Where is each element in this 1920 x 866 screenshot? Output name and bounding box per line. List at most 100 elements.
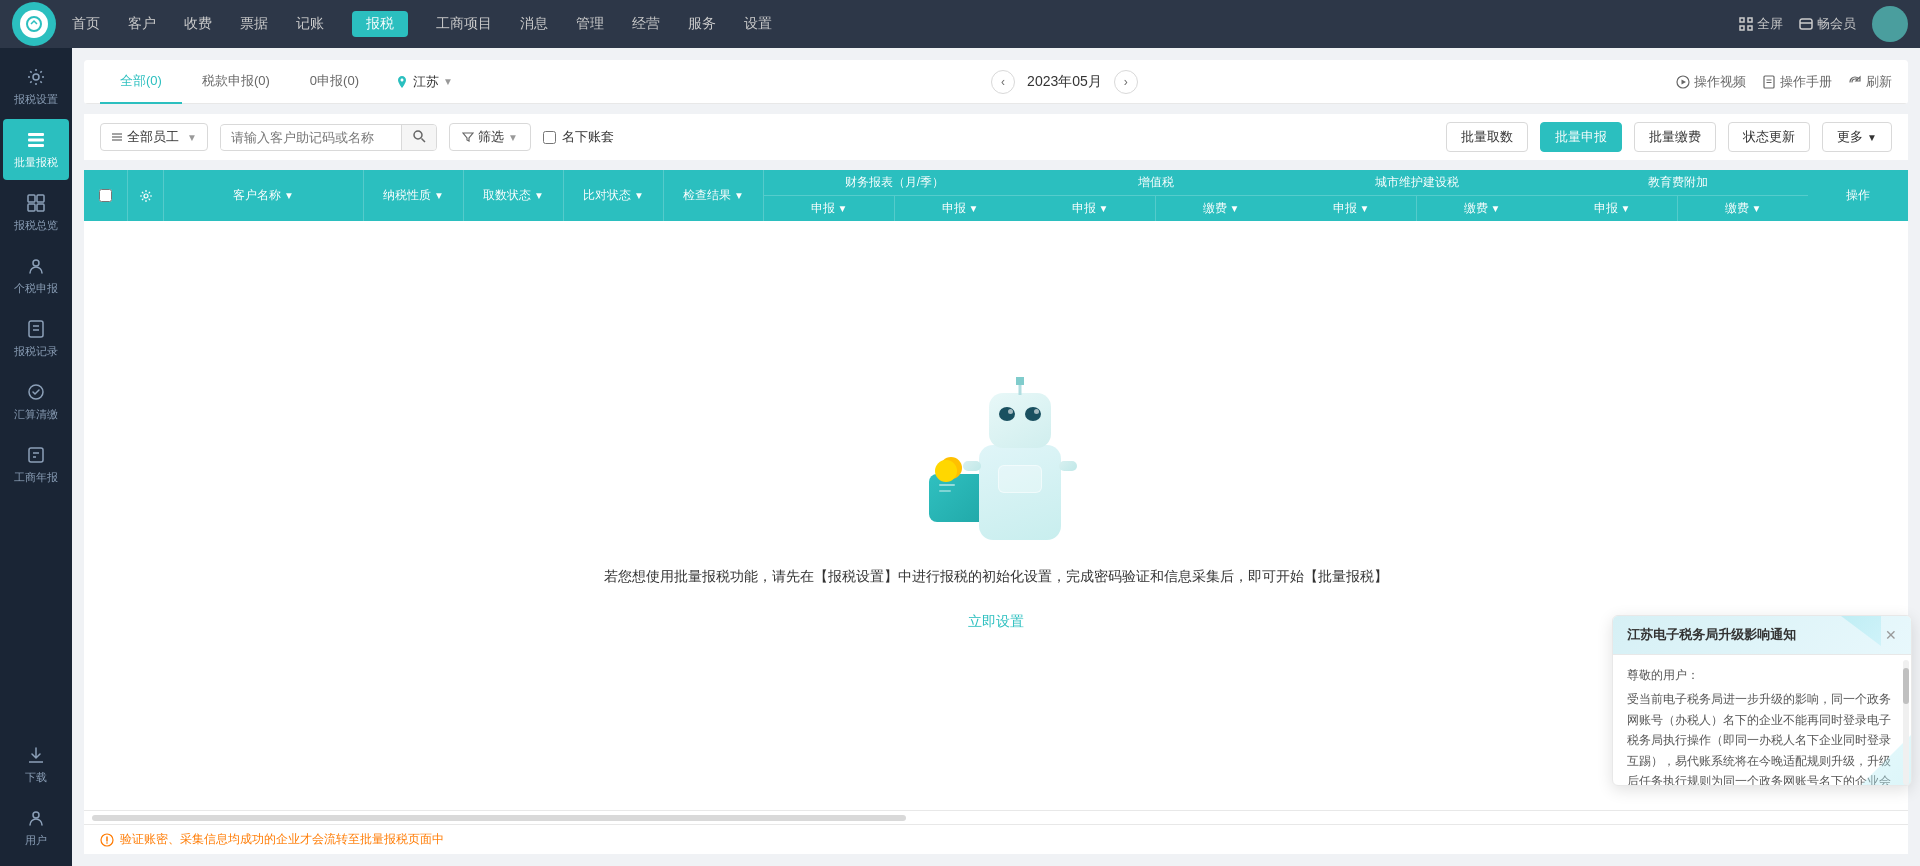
search-input[interactable] bbox=[221, 126, 401, 149]
th-edu-label: 教育费附加 bbox=[1648, 174, 1708, 191]
nav-settings[interactable]: 设置 bbox=[744, 15, 772, 33]
select-all-checkbox[interactable] bbox=[99, 189, 112, 202]
nav-invoice[interactable]: 票据 bbox=[240, 15, 268, 33]
setup-link[interactable]: 立即设置 bbox=[968, 613, 1024, 631]
robot-right-arm bbox=[1059, 461, 1077, 471]
search-button[interactable] bbox=[401, 125, 436, 150]
user-avatar[interactable] bbox=[1872, 6, 1908, 42]
settings-icon bbox=[25, 66, 47, 88]
tab-zero-declare[interactable]: 0申报(0) bbox=[290, 60, 379, 104]
th-fetch[interactable]: 取数状态 ▼ bbox=[464, 170, 564, 221]
nav-service[interactable]: 服务 bbox=[688, 15, 716, 33]
th-compare-label: 比对状态 bbox=[583, 187, 631, 204]
nav-customer[interactable]: 客户 bbox=[128, 15, 156, 33]
th-finance-declare[interactable]: 申报 ▼ bbox=[764, 196, 895, 221]
svg-rect-5 bbox=[1800, 19, 1812, 29]
warning-icon bbox=[100, 833, 114, 847]
th-taxpayer[interactable]: 纳税性质 ▼ bbox=[364, 170, 464, 221]
next-month-button[interactable]: › bbox=[1114, 70, 1138, 94]
svg-rect-16 bbox=[29, 321, 43, 337]
employee-dropdown-arrow: ▼ bbox=[187, 132, 197, 143]
refresh-action[interactable]: 刷新 bbox=[1848, 73, 1892, 91]
sidebar-item-download[interactable]: 下载 bbox=[3, 734, 69, 795]
tab-declare-label: 税款申报 bbox=[202, 72, 254, 90]
nav-message[interactable]: 消息 bbox=[520, 15, 548, 33]
batch-icon bbox=[25, 129, 47, 151]
th-compare[interactable]: 比对状态 ▼ bbox=[564, 170, 664, 221]
member-button[interactable]: 畅会员 bbox=[1799, 15, 1856, 33]
batch-fetch-button[interactable]: 批量取数 bbox=[1446, 122, 1528, 152]
horizontal-scrollbar[interactable] bbox=[84, 810, 1908, 824]
th-city-pay[interactable]: 缴费 ▼ bbox=[1417, 196, 1547, 221]
sidebar-item-batch-tax[interactable]: 批量报税 bbox=[3, 119, 69, 180]
tab-zero-label: 0申报 bbox=[310, 72, 343, 90]
svg-point-33 bbox=[414, 131, 422, 139]
region-label: 江苏 bbox=[413, 73, 439, 91]
nav-tax[interactable]: 报税 bbox=[352, 11, 408, 37]
sidebar-item-records[interactable]: 报税记录 bbox=[3, 308, 69, 369]
account-checkbox[interactable] bbox=[543, 131, 556, 144]
fullscreen-label: 全屏 bbox=[1757, 15, 1783, 33]
filter-button[interactable]: 筛选 ▼ bbox=[449, 123, 531, 151]
sidebar-item-user[interactable]: 用户 bbox=[3, 797, 69, 858]
th-taxpayer-label: 纳税性质 bbox=[383, 187, 431, 204]
th-customer[interactable]: 客户名称 ▼ bbox=[164, 170, 364, 221]
nav-home[interactable]: 首页 bbox=[72, 15, 100, 33]
tab-declare[interactable]: 税款申报(0) bbox=[182, 60, 290, 104]
th-city-declare[interactable]: 申报 ▼ bbox=[1286, 196, 1417, 221]
tab-all[interactable]: 全部(0) bbox=[100, 60, 182, 104]
nav-business[interactable]: 工商项目 bbox=[436, 15, 492, 33]
prev-month-button[interactable]: ‹ bbox=[991, 70, 1015, 94]
notification-greeting: 尊敬的用户： bbox=[1627, 665, 1897, 685]
th-finance-label: 财务报表（月/季） bbox=[845, 174, 944, 191]
notification-close-button[interactable]: ✕ bbox=[1885, 627, 1897, 643]
th-check[interactable]: 检查结果 ▼ bbox=[664, 170, 764, 221]
sidebar-item-personal-tax[interactable]: 个税申报 bbox=[3, 245, 69, 306]
region-selector[interactable]: 江苏 ▼ bbox=[395, 73, 453, 91]
nav-billing[interactable]: 收费 bbox=[184, 15, 212, 33]
svg-rect-20 bbox=[29, 448, 43, 462]
user-icon bbox=[25, 807, 47, 829]
th-gear[interactable] bbox=[128, 170, 164, 221]
svg-point-38 bbox=[106, 842, 108, 844]
video-action[interactable]: 操作视频 bbox=[1676, 73, 1746, 91]
check-filter-icon: ▼ bbox=[734, 190, 744, 201]
batch-pay-button[interactable]: 批量缴费 bbox=[1634, 122, 1716, 152]
nav-bookkeeping[interactable]: 记账 bbox=[296, 15, 324, 33]
th-edu-declare[interactable]: 申报 ▼ bbox=[1547, 196, 1678, 221]
manual-action[interactable]: 操作手册 bbox=[1762, 73, 1832, 91]
th-edu-group: 教育费附加 申报 ▼ 缴费 ▼ bbox=[1547, 170, 1808, 221]
th-edu-pay[interactable]: 缴费 ▼ bbox=[1678, 196, 1808, 221]
book-icon bbox=[1762, 75, 1776, 89]
nav-manage[interactable]: 管理 bbox=[576, 15, 604, 33]
th-vat-declare[interactable]: 申报 ▼ bbox=[1025, 196, 1156, 221]
scrollbar-thumb[interactable] bbox=[92, 815, 906, 821]
sidebar-item-annual-report[interactable]: 工商年报 bbox=[3, 434, 69, 495]
sidebar-item-tax-settings[interactable]: 报税设置 bbox=[3, 56, 69, 117]
sidebar-label-overview: 报税总览 bbox=[14, 218, 58, 233]
toolbar: 全部员工 ▼ 筛选 ▼ 名下账套 bbox=[84, 114, 1908, 160]
svg-rect-8 bbox=[28, 133, 44, 136]
th-finance-declare2[interactable]: 申报 ▼ bbox=[895, 196, 1025, 221]
sidebar-item-overview[interactable]: 报税总览 bbox=[3, 182, 69, 243]
employee-selector[interactable]: 全部员工 ▼ bbox=[100, 123, 208, 151]
status-update-button[interactable]: 状态更新 bbox=[1728, 122, 1810, 152]
fullscreen-button[interactable]: 全屏 bbox=[1739, 15, 1783, 33]
app-logo[interactable] bbox=[12, 2, 56, 46]
batch-declare-button[interactable]: 批量申报 bbox=[1540, 122, 1622, 152]
current-date: 2023年05月 bbox=[1027, 73, 1102, 91]
notification-title: 江苏电子税务局升级影响通知 bbox=[1627, 626, 1796, 644]
th-checkbox[interactable] bbox=[84, 170, 128, 221]
svg-rect-4 bbox=[1748, 26, 1752, 30]
nav-menu: 首页 客户 收费 票据 记账 报税 工商项目 消息 管理 经营 服务 设置 bbox=[72, 11, 1739, 37]
th-vat-label: 增值税 bbox=[1138, 174, 1174, 191]
nav-right: 全屏 畅会员 bbox=[1739, 6, 1908, 42]
nav-operation[interactable]: 经营 bbox=[632, 15, 660, 33]
notification-scrollbar-thumb[interactable] bbox=[1903, 668, 1909, 704]
svg-rect-2 bbox=[1748, 18, 1752, 22]
sidebar-item-settlement[interactable]: 汇算清缴 bbox=[3, 371, 69, 432]
robot-right-eye bbox=[1025, 407, 1041, 421]
th-vat-pay[interactable]: 缴费 ▼ bbox=[1156, 196, 1286, 221]
more-button[interactable]: 更多 ▼ bbox=[1822, 122, 1892, 152]
checkbox-account[interactable]: 名下账套 bbox=[543, 128, 614, 146]
